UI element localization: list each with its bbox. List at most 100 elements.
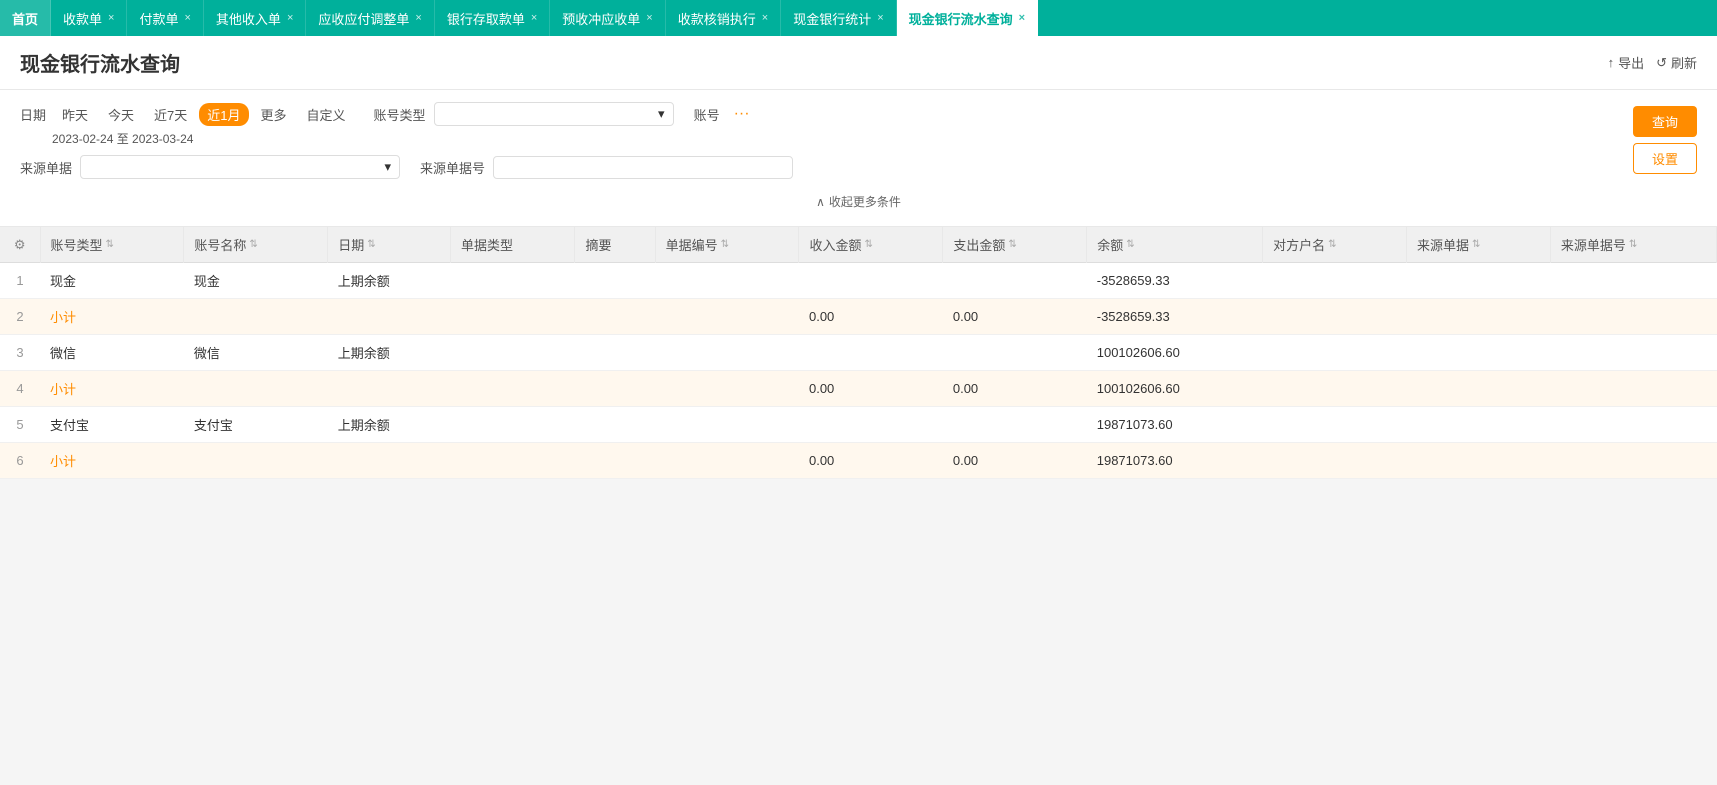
- table-cell: [328, 299, 451, 335]
- column-settings-icon[interactable]: ⚙: [14, 237, 26, 252]
- nav-other-income-close[interactable]: ×: [287, 12, 293, 24]
- query-button[interactable]: 查询: [1633, 106, 1697, 137]
- table-cell: [1406, 371, 1550, 407]
- export-label: 导出: [1618, 53, 1644, 72]
- table-cell: [184, 371, 328, 407]
- table-cell: 微信: [40, 335, 184, 371]
- nav-receipts-close[interactable]: ×: [108, 12, 114, 24]
- settings-button[interactable]: 设置: [1633, 143, 1697, 174]
- col-counterparty-sortable[interactable]: 对方户名 ⇅: [1273, 235, 1396, 254]
- table-cell: [1550, 443, 1716, 479]
- nav-payments-close[interactable]: ×: [184, 12, 190, 24]
- table-cell: [655, 299, 799, 335]
- table-cell: [575, 263, 655, 299]
- table-cell: [184, 443, 328, 479]
- nav-home[interactable]: 首页: [0, 0, 51, 36]
- date-option-7days[interactable]: 近7天: [146, 103, 195, 126]
- nav-receipts-label: 收款单: [63, 9, 102, 28]
- nav-receipt-exec[interactable]: 收款核销执行 ×: [666, 0, 781, 36]
- table-cell: 0.00: [943, 371, 1087, 407]
- nav-ar-ap-adjust-close[interactable]: ×: [415, 12, 421, 24]
- col-account-type-sortable[interactable]: 账号类型 ⇅: [51, 235, 174, 254]
- nav-receipts[interactable]: 收款单 ×: [51, 0, 127, 36]
- col-account-type: 账号类型 ⇅: [40, 227, 184, 263]
- sort-date-icon: ⇅: [367, 239, 375, 250]
- nav-prepay[interactable]: 预收冲应收单 ×: [550, 0, 665, 36]
- nav-cash-stats-close[interactable]: ×: [877, 12, 883, 24]
- sort-source-doc-no-icon: ⇅: [1629, 239, 1637, 250]
- col-date-sortable[interactable]: 日期 ⇅: [338, 235, 440, 254]
- nav-prepay-close[interactable]: ×: [646, 12, 652, 24]
- collapse-bar[interactable]: ∧ 收起更多条件: [20, 189, 1697, 218]
- table-cell: 0.00: [943, 443, 1087, 479]
- account-dots[interactable]: ···: [728, 103, 756, 125]
- table-cell: [1263, 443, 1407, 479]
- table-header-row: ⚙ 账号类型 ⇅ 账号名称 ⇅ 日期: [0, 227, 1717, 263]
- header-actions: ↑ 导出 ↺ 刷新: [1608, 53, 1697, 72]
- nav-bank-deposit[interactable]: 银行存取款单 ×: [435, 0, 550, 36]
- date-option-1month[interactable]: 近1月: [199, 103, 248, 126]
- export-button[interactable]: ↑ 导出: [1608, 53, 1645, 72]
- filter-area: 日期 昨天 今天 近7天 近1月 更多 自定义 账号类型 ▾: [0, 90, 1717, 227]
- page-header: 现金银行流水查询 ↑ 导出 ↺ 刷新: [0, 36, 1717, 90]
- sort-account-name-icon: ⇅: [249, 239, 257, 250]
- table-cell: [1550, 335, 1716, 371]
- col-source-doc-sortable[interactable]: 来源单据 ⇅: [1417, 235, 1540, 254]
- col-account-name-sortable[interactable]: 账号名称 ⇅: [194, 235, 317, 254]
- col-doc-no-sortable[interactable]: 单据编号 ⇅: [666, 235, 789, 254]
- nav-bank-deposit-close[interactable]: ×: [531, 12, 537, 24]
- nav-other-income[interactable]: 其他收入单 ×: [204, 0, 306, 36]
- nav-cash-stats[interactable]: 现金银行统计 ×: [781, 0, 896, 36]
- date-option-more[interactable]: 更多: [253, 103, 295, 126]
- refresh-label: 刷新: [1671, 53, 1697, 72]
- table-cell: [575, 407, 655, 443]
- table-cell: -3528659.33: [1087, 299, 1263, 335]
- nav-cash-flow-close[interactable]: ×: [1019, 12, 1025, 24]
- table-cell: [184, 299, 328, 335]
- table-cell: [451, 407, 575, 443]
- nav-ar-ap-adjust-label: 应收应付调整单: [318, 9, 409, 28]
- sort-counterparty-icon: ⇅: [1328, 239, 1336, 250]
- nav-bank-deposit-label: 银行存取款单: [447, 9, 525, 28]
- table-cell: [1550, 407, 1716, 443]
- date-option-yesterday[interactable]: 昨天: [54, 103, 96, 126]
- account-label: 账号: [694, 105, 720, 124]
- filter-row-1: 日期 昨天 今天 近7天 近1月 更多 自定义 账号类型 ▾: [20, 102, 1613, 126]
- account-type-select[interactable]: ▾: [434, 102, 674, 126]
- table-row: 1现金现金上期余额-3528659.33: [0, 263, 1717, 299]
- nav-cash-flow[interactable]: 现金银行流水查询 ×: [897, 0, 1038, 36]
- col-account-name: 账号名称 ⇅: [184, 227, 328, 263]
- account-filter-group: 账号 ···: [694, 103, 756, 125]
- refresh-button[interactable]: ↺ 刷新: [1656, 53, 1697, 72]
- nav-ar-ap-adjust[interactable]: 应收应付调整单 ×: [306, 0, 434, 36]
- account-type-label: 账号类型: [374, 105, 426, 124]
- nav-receipt-exec-close[interactable]: ×: [762, 12, 768, 24]
- sort-expense-icon: ⇅: [1008, 239, 1016, 250]
- table-cell: 小计: [40, 299, 184, 335]
- col-expense-sortable[interactable]: 支出金额 ⇅: [953, 235, 1076, 254]
- table-cell: [655, 407, 799, 443]
- source-doc-select[interactable]: ▾: [80, 155, 400, 179]
- table-cell: [451, 299, 575, 335]
- table-cell: [575, 335, 655, 371]
- nav-cash-stats-label: 现金银行统计: [793, 9, 871, 28]
- date-option-custom[interactable]: 自定义: [299, 103, 354, 126]
- col-source-doc-no-sortable[interactable]: 来源单据号 ⇅: [1561, 235, 1706, 254]
- table-cell: [1406, 335, 1550, 371]
- table-cell: [943, 263, 1087, 299]
- nav-payments[interactable]: 付款单 ×: [127, 0, 203, 36]
- col-balance-sortable[interactable]: 余额 ⇅: [1097, 235, 1252, 254]
- table-cell: [1406, 299, 1550, 335]
- sort-account-type-icon: ⇅: [106, 239, 114, 250]
- date-option-today[interactable]: 今天: [100, 103, 142, 126]
- table-cell: [328, 371, 451, 407]
- source-doc-no-input[interactable]: [493, 156, 793, 179]
- col-doc-no: 单据编号 ⇅: [655, 227, 799, 263]
- table-cell: [575, 299, 655, 335]
- table-cell: [655, 263, 799, 299]
- nav-prepay-label: 预收冲应收单: [562, 9, 640, 28]
- table-cell: [1406, 407, 1550, 443]
- collapse-label: 收起更多条件: [829, 193, 901, 210]
- col-income-sortable[interactable]: 收入金额 ⇅: [809, 235, 932, 254]
- col-date: 日期 ⇅: [328, 227, 451, 263]
